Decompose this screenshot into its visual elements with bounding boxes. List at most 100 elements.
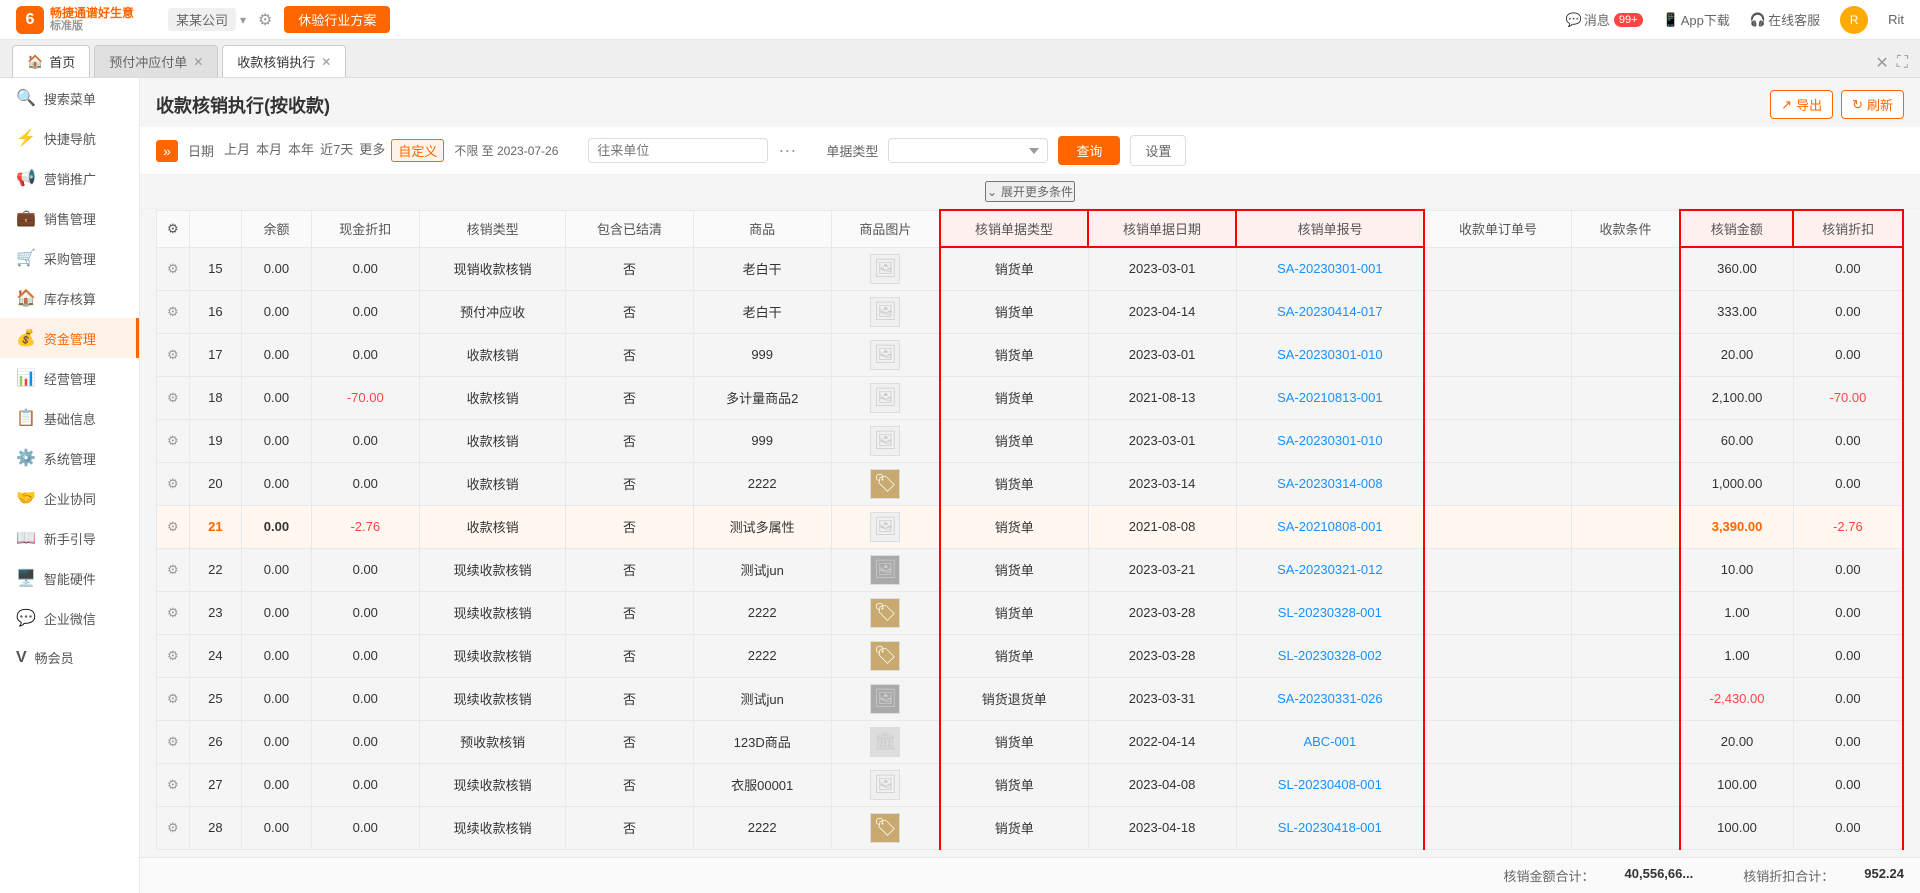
row-gear-cell[interactable]: ⚙ xyxy=(157,462,190,505)
setting-button[interactable]: 设置 xyxy=(1130,135,1186,166)
footer-verify-discount-value: 952.24 xyxy=(1864,866,1904,885)
row-balance: 0.00 xyxy=(242,763,312,806)
row-verify-bill-no[interactable]: ABC-001 xyxy=(1236,720,1424,763)
col-verify-bill-no-header: 核销单报号 xyxy=(1236,210,1424,247)
row-verify-bill-no[interactable]: SA-20230331-026 xyxy=(1236,677,1424,720)
row-verify-bill-no[interactable]: SA-20210813-001 xyxy=(1236,376,1424,419)
sidebar-item-search[interactable]: 🔍 搜索菜单 xyxy=(0,78,139,118)
row-gear-cell[interactable]: ⚙ xyxy=(157,634,190,677)
row-gear-cell[interactable]: ⚙ xyxy=(157,720,190,763)
messages-link[interactable]: 💬 消息 99+ xyxy=(1566,10,1643,29)
online-service-link[interactable]: 🎧 在线客服 xyxy=(1750,10,1820,29)
date-last-month[interactable]: 上月 xyxy=(224,139,250,162)
tab-bar: 🏠 首页 预付冲应付单 ✕ 收款核销执行 ✕ ✕ ⛶ xyxy=(0,40,1920,78)
app-download-link[interactable]: 📱 App下载 xyxy=(1663,10,1730,29)
sidebar-item-hardware[interactable]: 🖥️ 智能硬件 xyxy=(0,558,139,598)
tab-prepay-close-icon[interactable]: ✕ xyxy=(193,55,203,69)
row-verify-type: 现续收款核销 xyxy=(419,591,566,634)
row-verify-bill-no[interactable]: SL-20230328-002 xyxy=(1236,634,1424,677)
row-gear-cell[interactable]: ⚙ xyxy=(157,806,190,849)
table-container[interactable]: ⚙ 余额 现金折扣 核销类型 包含已结清 商品 商品图片 核销单据类型 核销单据… xyxy=(140,209,1920,857)
row-receipt-order-no xyxy=(1424,548,1571,591)
row-gear-cell[interactable]: ⚙ xyxy=(157,505,190,548)
sidebar-item-member[interactable]: V 畅会员 xyxy=(0,638,139,677)
tab-home[interactable]: 🏠 首页 xyxy=(12,45,90,77)
row-receipt-condition xyxy=(1571,290,1680,333)
row-gear-cell[interactable]: ⚙ xyxy=(157,290,190,333)
row-verify-bill-no[interactable]: SL-20230328-001 xyxy=(1236,591,1424,634)
sidebar-label-base: 基础信息 xyxy=(44,409,96,428)
row-verify-bill-no[interactable]: SL-20230418-001 xyxy=(1236,806,1424,849)
sidebar-item-wechat[interactable]: 💬 企业微信 xyxy=(0,598,139,638)
sidebar-item-marketing[interactable]: 📢 营销推广 xyxy=(0,158,139,198)
table-row: ⚙220.000.00现续收款核销否测试jun🖼销货单2023-03-21SA-… xyxy=(157,548,1904,591)
sidebar-item-collab[interactable]: 🤝 企业协同 xyxy=(0,478,139,518)
filter-more-dots[interactable]: ··· xyxy=(778,140,796,161)
row-verify-bill-no[interactable]: SL-20230408-001 xyxy=(1236,763,1424,806)
row-verify-amount: 10.00 xyxy=(1680,548,1793,591)
sidebar-label-sales: 销售管理 xyxy=(44,209,96,228)
row-verify-type: 预收款核销 xyxy=(419,720,566,763)
sidebar-item-base[interactable]: 📋 基础信息 xyxy=(0,398,139,438)
row-verify-amount: 3,390.00 xyxy=(1680,505,1793,548)
gear-icon[interactable]: ⚙ xyxy=(258,10,272,30)
expand-filter-button[interactable]: » xyxy=(156,140,178,162)
row-gear-cell[interactable]: ⚙ xyxy=(157,677,190,720)
export-button[interactable]: ↗ 导出 xyxy=(1770,90,1833,119)
tab-close-all-icon[interactable]: ✕ xyxy=(1875,53,1888,73)
row-verify-bill-no[interactable]: SA-20230314-008 xyxy=(1236,462,1424,505)
guide-icon: 📖 xyxy=(16,528,36,548)
row-verify-bill-no[interactable]: SA-20230301-010 xyxy=(1236,333,1424,376)
industry-button[interactable]: 休验行业方案 xyxy=(284,6,390,33)
sidebar-item-quick-nav[interactable]: ⚡ 快捷导航 xyxy=(0,118,139,158)
date-more[interactable]: 更多 xyxy=(359,139,385,162)
sidebar-label-quick-nav: 快捷导航 xyxy=(44,129,96,148)
single-type-select[interactable] xyxy=(888,138,1048,163)
row-receipt-condition xyxy=(1571,591,1680,634)
sidebar-item-system[interactable]: ⚙️ 系统管理 xyxy=(0,438,139,478)
counterpart-input[interactable] xyxy=(588,138,768,163)
date-this-year[interactable]: 本年 xyxy=(288,139,314,162)
expand-more-button[interactable]: ⌄ 展开更多条件 xyxy=(985,181,1075,202)
date-7days[interactable]: 近7天 xyxy=(320,139,353,162)
dropdown-arrow-icon[interactable]: ▾ xyxy=(240,13,246,27)
row-gear-cell[interactable]: ⚙ xyxy=(157,763,190,806)
company-dropdown[interactable]: 某某公司 ▾ xyxy=(168,8,246,31)
date-custom[interactable]: 自定义 xyxy=(391,139,444,162)
row-balance: 0.00 xyxy=(242,333,312,376)
row-balance: 0.00 xyxy=(242,720,312,763)
quick-nav-icon: ⚡ xyxy=(16,128,36,148)
row-verify-bill-no[interactable]: SA-20230321-012 xyxy=(1236,548,1424,591)
row-gear-cell[interactable]: ⚙ xyxy=(157,591,190,634)
row-verify-bill-no[interactable]: SA-20230301-010 xyxy=(1236,419,1424,462)
row-receipt-order-no xyxy=(1424,505,1571,548)
row-receipt-order-no xyxy=(1424,247,1571,290)
row-gear-cell[interactable]: ⚙ xyxy=(157,376,190,419)
sidebar-item-operation[interactable]: 📊 经营管理 xyxy=(0,358,139,398)
refresh-button[interactable]: ↻ 刷新 xyxy=(1841,90,1904,119)
sidebar-item-inventory[interactable]: 🏠 库存核算 xyxy=(0,278,139,318)
tab-verify[interactable]: 收款核销执行 ✕ xyxy=(222,45,346,77)
row-gear-cell[interactable]: ⚙ xyxy=(157,247,190,290)
row-verify-bill-no[interactable]: SA-20230414-017 xyxy=(1236,290,1424,333)
sidebar-item-purchase[interactable]: 🛒 采购管理 xyxy=(0,238,139,278)
table-gear-icon[interactable]: ⚙ xyxy=(167,221,179,236)
user-avatar[interactable]: R xyxy=(1840,6,1868,34)
sidebar-item-guide[interactable]: 📖 新手引导 xyxy=(0,518,139,558)
sidebar-item-finance[interactable]: 💰 资金管理 xyxy=(0,318,139,358)
query-button[interactable]: 查询 xyxy=(1058,136,1120,165)
date-this-month[interactable]: 本月 xyxy=(256,139,282,162)
row-verify-bill-no[interactable]: SA-20230301-001 xyxy=(1236,247,1424,290)
row-gear-cell[interactable]: ⚙ xyxy=(157,419,190,462)
row-verify-bill-no[interactable]: SA-20210808-001 xyxy=(1236,505,1424,548)
tab-prepay[interactable]: 预付冲应付单 ✕ xyxy=(94,45,218,77)
tab-verify-close-icon[interactable]: ✕ xyxy=(321,55,331,69)
row-receipt-order-no xyxy=(1424,634,1571,677)
row-gear-cell[interactable]: ⚙ xyxy=(157,333,190,376)
col-gear-header[interactable]: ⚙ xyxy=(157,210,190,247)
table-row: ⚙170.000.00收款核销否999🖼销货单2023-03-01SA-2023… xyxy=(157,333,1904,376)
tab-maximize-icon[interactable]: ⛶ xyxy=(1897,54,1908,72)
row-gear-cell[interactable]: ⚙ xyxy=(157,548,190,591)
row-verify-bill-type: 销货单 xyxy=(940,376,1088,419)
sidebar-item-sales[interactable]: 💼 销售管理 xyxy=(0,198,139,238)
